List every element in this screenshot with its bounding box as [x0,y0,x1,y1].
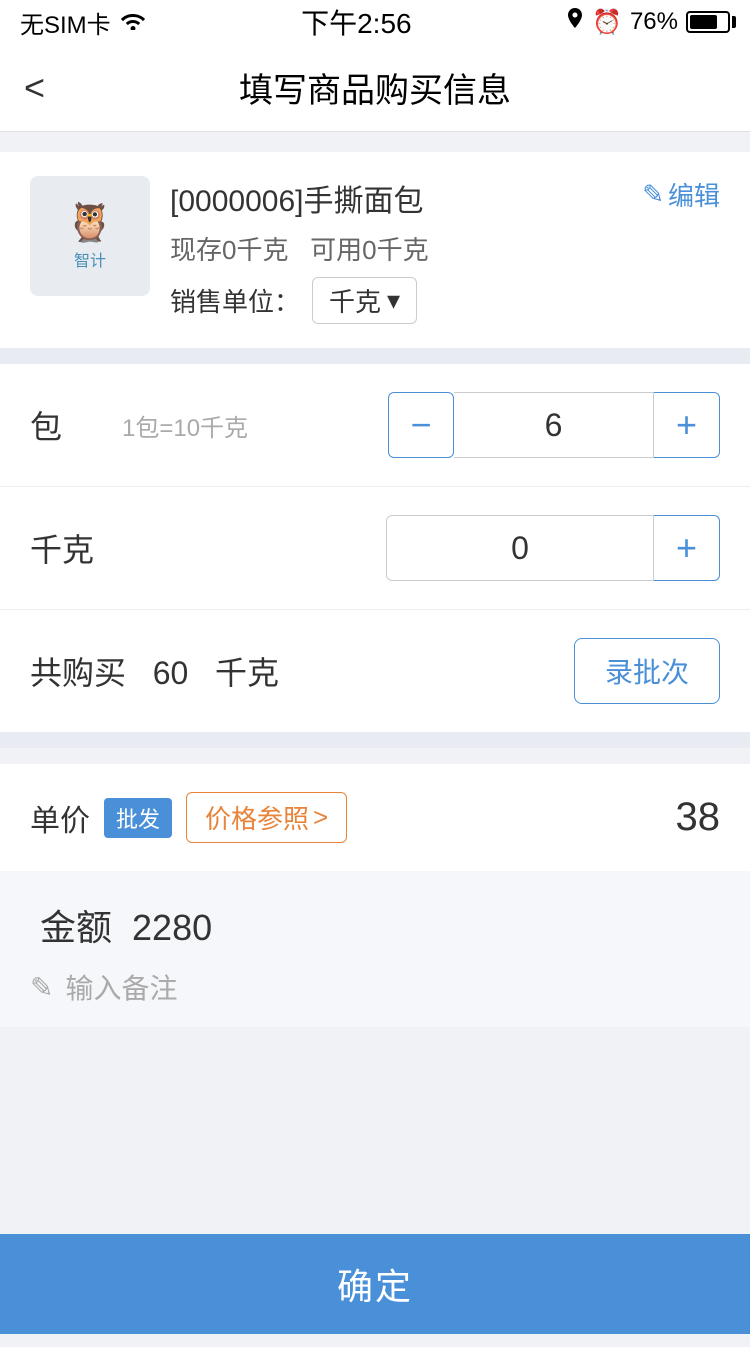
batch-button[interactable]: 录批次 [574,638,720,704]
product-name: [0000006]手撕面包 [170,176,720,220]
nav-bar: < 填写商品购买信息 [0,44,750,132]
summary-row: 共购买 60 千克 录批次 [0,610,750,732]
alarm-icon: ⏰ [592,8,622,37]
product-thumb-icon: 🦉 [66,201,113,245]
product-info: [0000006]手撕面包 现存0千克 可用0千克 销售单位： 千克 ▾ [170,176,720,324]
product-card: 🦉 智计 [0000006]手撕面包 现存0千克 可用0千克 销售单位： 千克 … [0,152,750,348]
price-ref-label: 价格参照 [205,799,309,836]
qianke-label: 千克 [30,525,110,571]
status-left: 无SIM卡 [20,5,147,40]
bao-hint: 1包=10千克 [122,408,388,443]
battery-percent: 76% [630,8,678,36]
carrier-label: 无SIM卡 [20,5,111,40]
qianke-control: + [386,515,720,581]
input-section: 包 1包=10千克 − + 千克 + [0,364,750,610]
price-label: 单价 [30,796,90,840]
stock-label: 现存0千克 [170,235,288,265]
bao-control: − + [388,392,720,458]
bao-label: 包 [30,402,110,448]
status-right: ⏰ 76% [566,8,730,37]
note-row[interactable]: ✎ 输入备注 [30,967,720,1007]
price-ref-arrow-icon: > [313,802,328,833]
bao-decrement-button[interactable]: − [388,392,454,458]
bao-input[interactable] [454,392,654,458]
confirm-button[interactable]: 确定 [0,1234,750,1334]
product-thumbnail: 🦉 智计 [30,176,150,296]
amount-value: 2280 [132,907,212,948]
amount-label: 金额 [40,907,112,948]
bao-increment-button[interactable]: + [654,392,720,458]
battery-icon [686,11,730,33]
status-time: 下午2:56 [301,2,412,42]
unit-selector[interactable]: 千克 ▾ [312,277,417,324]
status-bar: 无SIM卡 下午2:56 ⏰ 76% [0,0,750,44]
back-button[interactable]: < [24,67,45,109]
pencil-icon: ✎ [30,971,53,1004]
product-unit-row: 销售单位： 千克 ▾ [170,277,720,324]
summary-text: 共购买 60 千克 [30,648,279,694]
amount-row: 金额 2280 [30,899,720,951]
qianke-input-row: 千克 + [0,487,750,610]
amount-section: 金额 2280 ✎ 输入备注 [0,871,750,1027]
price-label-group: 单价 批发 价格参照 > [30,792,347,843]
page-title: 填写商品购买信息 [239,63,511,112]
qianke-input[interactable] [386,515,654,581]
summary-unit: 千克 [215,655,279,691]
unit-prefix: 销售单位： [170,282,300,319]
section-divider-2 [0,732,750,748]
location-icon [566,8,584,37]
price-value: 38 [676,795,721,840]
dropdown-arrow-icon: ▾ [387,285,400,316]
summary-label: 共购买 [30,655,126,691]
section-divider-1 [0,348,750,364]
edit-icon: ✎ [642,179,664,210]
edit-label: 编辑 [668,176,720,213]
available-label: 可用0千克 [310,235,428,265]
wifi-icon [119,8,147,37]
note-placeholder: 输入备注 [65,967,177,1007]
price-section: 单价 批发 价格参照 > 38 [0,764,750,871]
unit-value: 千克 [329,282,381,319]
edit-button[interactable]: ✎ 编辑 [642,176,720,213]
summary-amount: 60 [153,655,189,691]
bao-input-row: 包 1包=10千克 − + [0,364,750,487]
price-ref-button[interactable]: 价格参照 > [186,792,347,843]
qianke-increment-button[interactable]: + [654,515,720,581]
product-thumb-label: 智计 [74,247,106,271]
product-stock: 现存0千克 可用0千克 [170,230,720,267]
price-badge: 批发 [104,798,172,838]
